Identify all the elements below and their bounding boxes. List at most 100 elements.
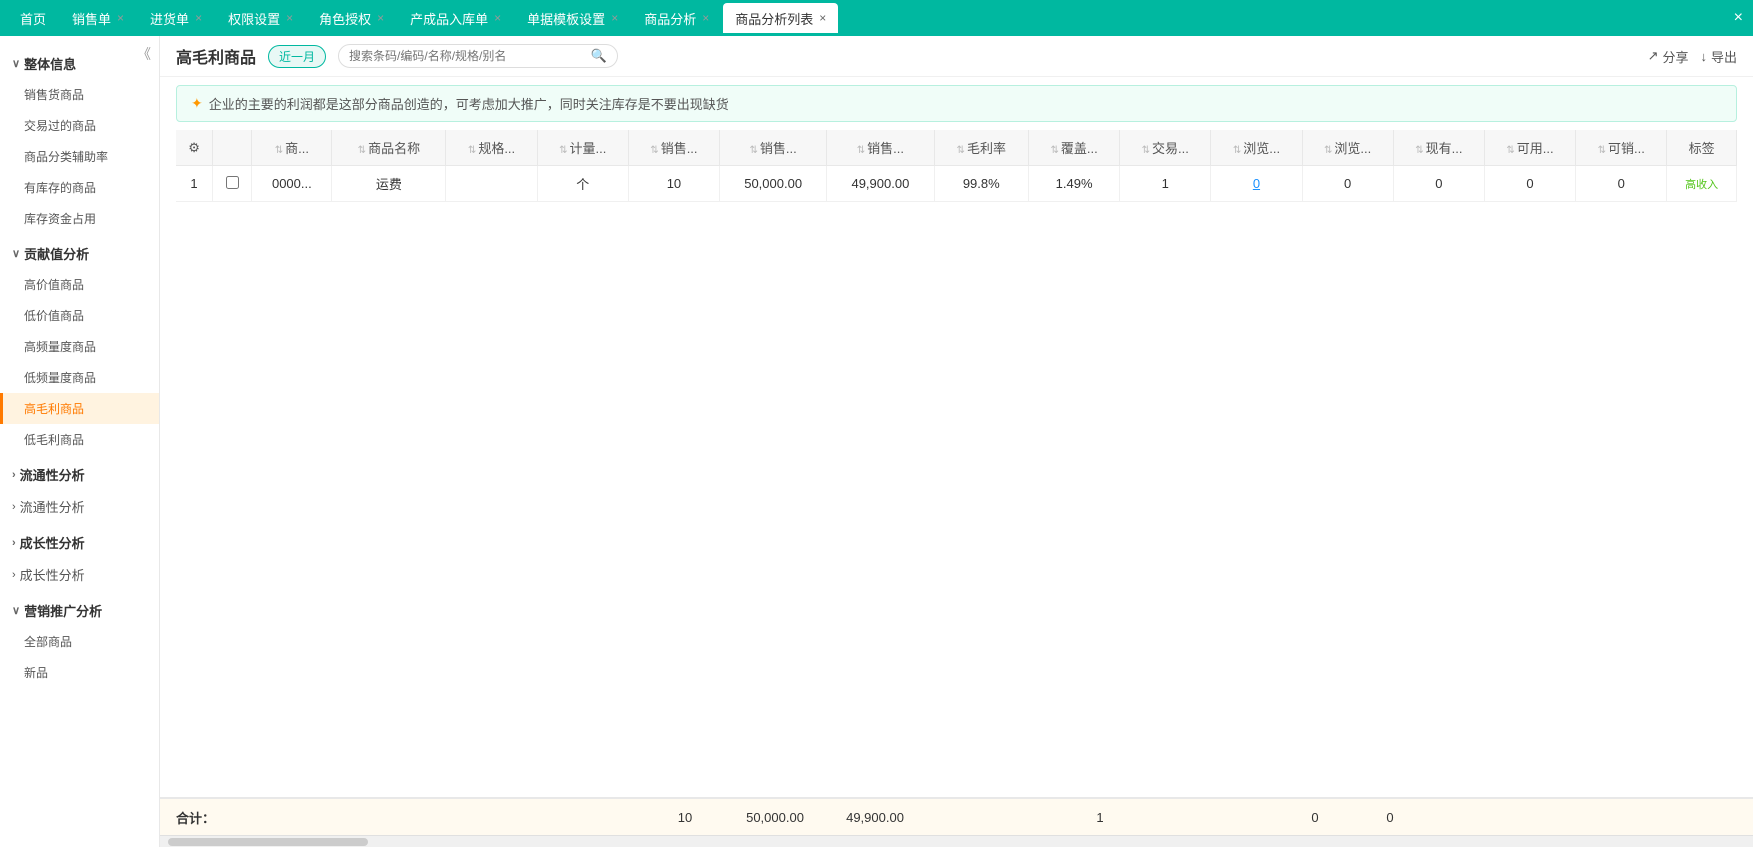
page-title: 高毛利商品 [176, 44, 256, 68]
close-tab-roles[interactable]: × [377, 11, 384, 25]
sidebar-item-stock-capital[interactable]: 库存资金占用 [0, 203, 159, 234]
close-tab-purchase[interactable]: × [195, 11, 202, 25]
sidebar-expand-flow-analysis[interactable]: ›流通性分析 [0, 490, 159, 523]
sidebar-item-all-goods[interactable]: 全部商品 [0, 626, 159, 657]
sidebar-group-overall[interactable]: ∨整体信息 [0, 44, 159, 79]
main-layout: 《 ∨整体信息销售货商品交易过的商品商品分类辅助率有库存的商品库存资金占用∨贡献… [0, 36, 1753, 847]
table-footer: 合计： 1050,000.0049,900.00100 [160, 797, 1753, 835]
sidebar-item-sales-goods[interactable]: 销售货商品 [0, 79, 159, 110]
nav-tab-products[interactable]: 产成品入库单× [398, 3, 513, 33]
col-header-spec[interactable]: ⇅规格... [446, 130, 537, 166]
header-actions: ↗ 分享 ↓ 导出 [1648, 47, 1737, 66]
sidebar-item-new-goods[interactable]: 新品 [0, 657, 159, 688]
footer-cell-6: 10 [645, 810, 725, 825]
cell-sellable: 0 [1576, 166, 1667, 202]
browse1-link[interactable]: 0 [1253, 176, 1260, 191]
nav-tab-purchase[interactable]: 进货单× [138, 3, 214, 33]
close-tab-sales[interactable]: × [117, 11, 124, 25]
sidebar-item-high-margin[interactable]: 高毛利商品 [0, 393, 159, 424]
export-button[interactable]: ↓ 导出 [1700, 47, 1737, 66]
sidebar-group-growth-analysis[interactable]: ›成长性分析 [0, 523, 159, 558]
cell-trade-count: 1 [1120, 166, 1211, 202]
col-header-name[interactable]: ⇅商品名称 [332, 130, 446, 166]
col-header-current_stock[interactable]: ⇅现有... [1393, 130, 1484, 166]
footer-label: 合计： [176, 808, 215, 827]
search-box: 🔍 [338, 44, 618, 68]
sidebar-item-high-freq[interactable]: 高频量度商品 [0, 331, 159, 362]
sort-icon: ⇅ [1233, 145, 1241, 156]
close-all-tabs[interactable]: × [1734, 9, 1743, 27]
col-header-sales_amount[interactable]: ⇅销售... [720, 130, 827, 166]
data-table: ⚙⇅商...⇅商品名称⇅规格...⇅计量...⇅销售...⇅销售...⇅销售..… [176, 130, 1737, 202]
search-input[interactable] [349, 49, 585, 63]
tag-high-income: 高收入 [1685, 179, 1718, 191]
footer-cell-1 [275, 810, 305, 825]
col-header-margin_rate[interactable]: ⇅毛利率 [934, 130, 1028, 166]
cell-sales-amount: 50,000.00 [720, 166, 827, 202]
row-checkbox[interactable] [226, 176, 239, 189]
close-tab-products[interactable]: × [494, 11, 501, 25]
close-tab-permissions[interactable]: × [286, 11, 293, 25]
col-header-available[interactable]: ⇅可用... [1484, 130, 1575, 166]
cell-available: 0 [1484, 166, 1575, 202]
nav-tab-roles[interactable]: 角色授权× [307, 3, 396, 33]
sidebar-item-traded-goods[interactable]: 交易过的商品 [0, 110, 159, 141]
col-header-sellable[interactable]: ⇅可销... [1576, 130, 1667, 166]
col-header-coverage[interactable]: ⇅覆盖... [1028, 130, 1119, 166]
nav-tab-templates[interactable]: 单据模板设置× [515, 3, 630, 33]
sidebar-item-low-margin[interactable]: 低毛利商品 [0, 424, 159, 455]
footer-cell-9 [925, 810, 995, 825]
sidebar-group-marketing-analysis[interactable]: ∨营销推广分析 [0, 591, 159, 626]
cell-margin-rate: 99.8% [934, 166, 1028, 202]
sort-icon: ⇅ [1050, 145, 1058, 156]
nav-tab-home[interactable]: 首页 [8, 3, 58, 33]
cell-browse1[interactable]: 0 [1211, 166, 1302, 202]
sort-icon: ⇅ [468, 145, 476, 156]
content-header: 高毛利商品 近一月 🔍 ↗ 分享 ↓ 导出 [160, 36, 1753, 77]
sidebar-item-in-stock[interactable]: 有库存的商品 [0, 172, 159, 203]
nav-tab-permissions[interactable]: 权限设置× [216, 3, 305, 33]
sidebar-item-low-freq[interactable]: 低频量度商品 [0, 362, 159, 393]
nav-tab-analysis-list[interactable]: 商品分析列表× [723, 3, 838, 33]
sidebar-expand-growth-analysis[interactable]: ›成长性分析 [0, 558, 159, 591]
sidebar-group-flow-analysis[interactable]: ›流通性分析 [0, 455, 159, 490]
sidebar-item-high-value[interactable]: 高价值商品 [0, 269, 159, 300]
nav-tab-sales[interactable]: 销售单× [60, 3, 136, 33]
close-tab-analysis-list[interactable]: × [819, 11, 826, 25]
col-header-code[interactable]: ⇅商... [252, 130, 332, 166]
sidebar-item-analysis-assist[interactable]: 商品分类辅助率 [0, 141, 159, 172]
close-tab-analysis[interactable]: × [702, 11, 709, 25]
filter-recent-month[interactable]: 近一月 [268, 45, 326, 68]
nav-tab-analysis[interactable]: 商品分析× [632, 3, 721, 33]
col-header-checkbox [213, 130, 252, 166]
cell-name: 运费 [332, 166, 446, 202]
sidebar-group-value-analysis[interactable]: ∨贡献值分析 [0, 234, 159, 269]
col-header-sales_qty[interactable]: ⇅销售... [628, 130, 719, 166]
footer-cell-3 [385, 810, 505, 825]
export-icon: ↓ [1700, 49, 1707, 64]
arrow-icon: ∨ [12, 57, 20, 70]
col-header-trade_count[interactable]: ⇅交易... [1120, 130, 1211, 166]
sidebar-collapse-button[interactable]: 《 [137, 44, 151, 64]
sort-icon: ⇅ [358, 145, 366, 156]
col-header-browse2[interactable]: ⇅浏览... [1302, 130, 1393, 166]
close-tab-templates[interactable]: × [611, 11, 618, 25]
col-header-browse1[interactable]: ⇅浏览... [1211, 130, 1302, 166]
cell-unit: 个 [537, 166, 628, 202]
cell-spec [446, 166, 537, 202]
sort-icon: ⇅ [1506, 145, 1514, 156]
col-header-unit[interactable]: ⇅计量... [537, 130, 628, 166]
search-icon[interactable]: 🔍 [591, 48, 607, 64]
sort-icon: ⇅ [650, 145, 658, 156]
footer-cell-11: 1 [1065, 810, 1135, 825]
info-banner: ✦ 企业的主要的利润都是这部分商品创造的，可考虑加大推广，同时关注库存是不要出现… [176, 85, 1737, 122]
share-button[interactable]: ↗ 分享 [1648, 47, 1689, 66]
arrow-icon: ∨ [12, 247, 20, 260]
bottom-scrollbar[interactable] [160, 835, 1753, 847]
sidebar-item-low-value[interactable]: 低价值商品 [0, 300, 159, 331]
sort-icon: ⇅ [275, 145, 283, 156]
cell-checkbox[interactable] [213, 166, 252, 202]
col-header-sales_profit[interactable]: ⇅销售... [827, 130, 934, 166]
scroll-thumb[interactable] [168, 838, 368, 846]
sort-icon: ⇅ [1324, 145, 1332, 156]
